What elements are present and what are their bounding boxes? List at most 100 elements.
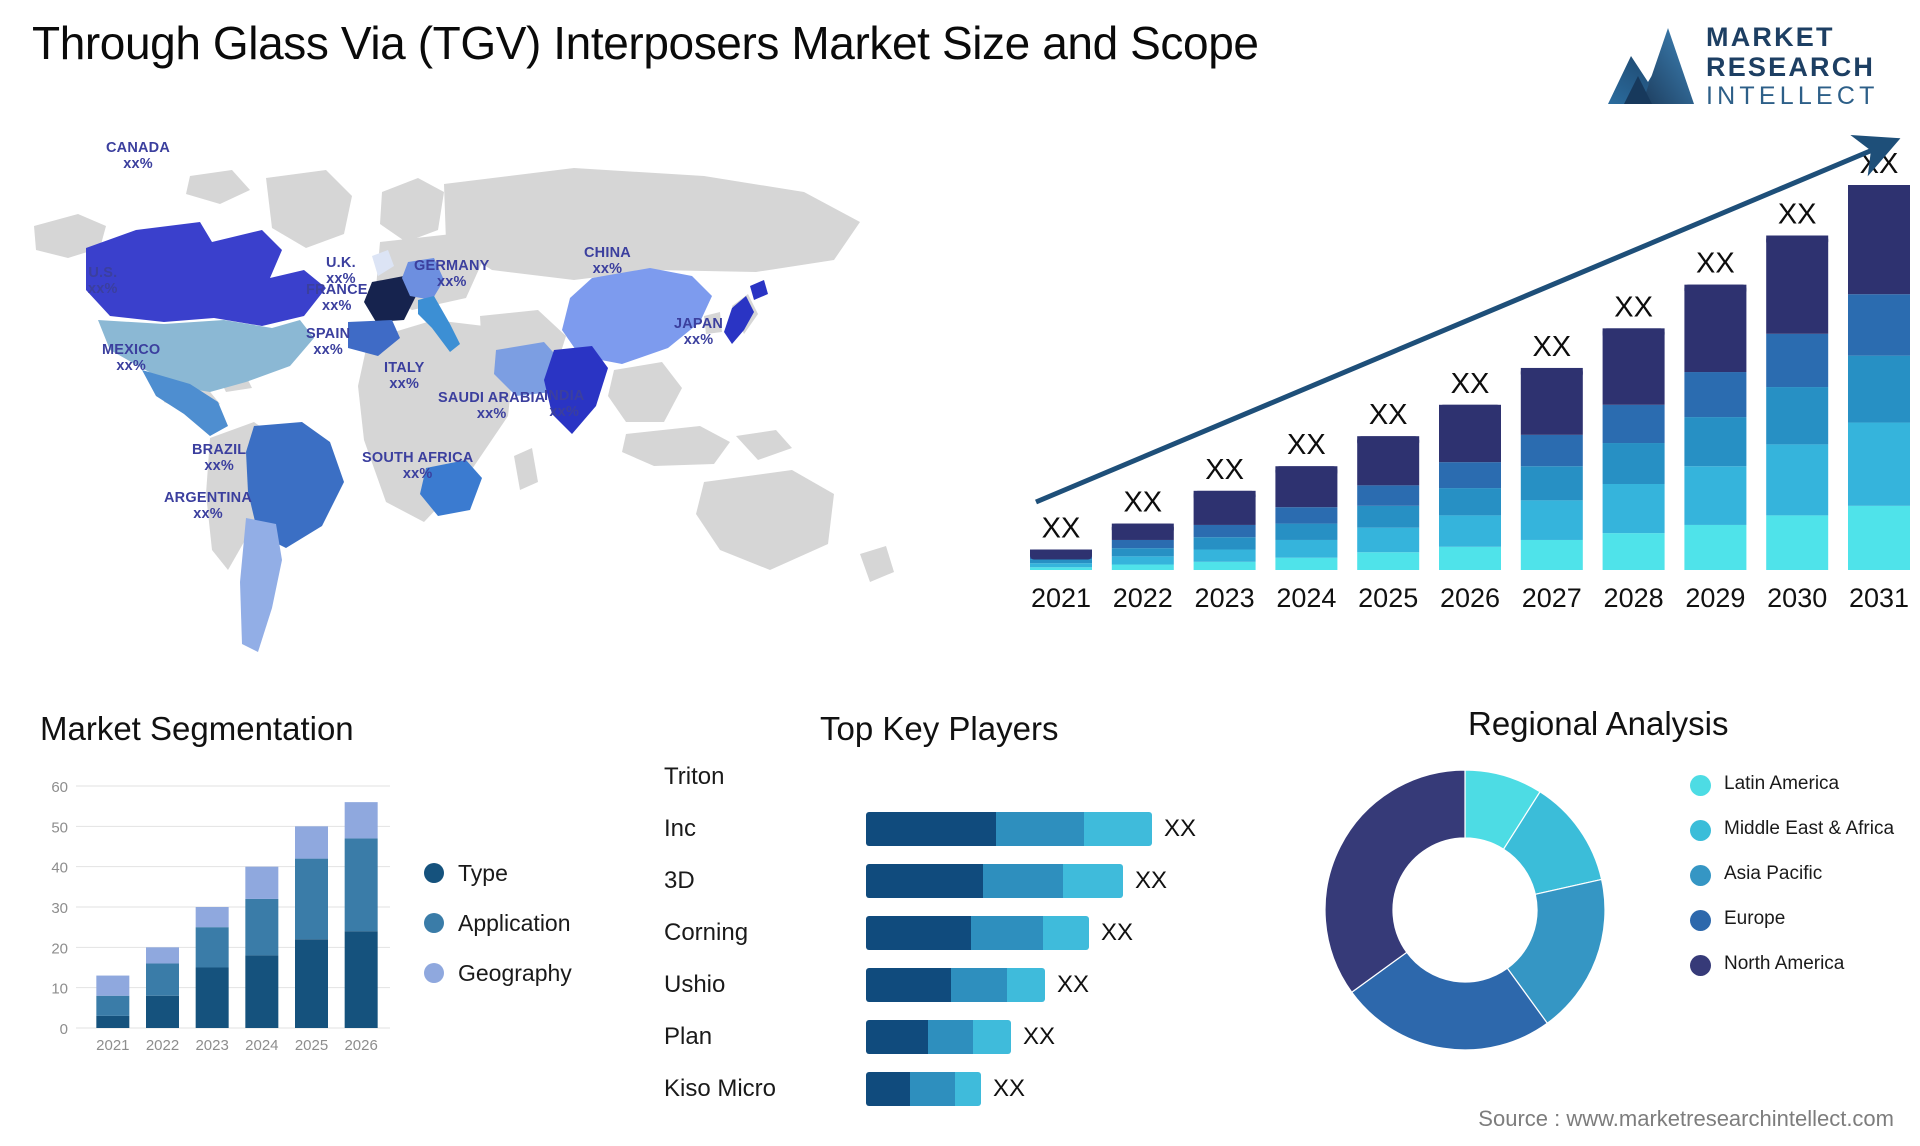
segmentation-bar-segment bbox=[146, 963, 179, 996]
legend-dot-icon bbox=[1690, 865, 1711, 886]
forecast-bar-segment bbox=[1439, 462, 1501, 489]
forecast-bar-top-cap bbox=[1275, 466, 1338, 477]
forecast-bar-segment bbox=[1193, 537, 1256, 550]
market-segmentation-title: Market Segmentation bbox=[40, 710, 354, 747]
regional-analysis-title: Regional Analysis bbox=[1468, 705, 1729, 742]
forecast-bar-segment bbox=[1848, 422, 1910, 506]
regional-legend: Latin America Middle East & Africa Asia Pa… bbox=[1690, 773, 1920, 998]
segmentation-bar-segment bbox=[146, 995, 179, 1028]
forecast-bar-segment bbox=[1357, 527, 1420, 553]
map-label-u-s: U.S. xx% bbox=[88, 265, 118, 297]
key-player-bar bbox=[866, 812, 1152, 846]
key-player-bar-segment bbox=[866, 1020, 928, 1054]
forecast-value-label: XX bbox=[1778, 199, 1817, 231]
map-country-argentina bbox=[240, 518, 282, 652]
key-player-bar-segment bbox=[866, 968, 951, 1002]
key-player-bar-segment bbox=[910, 1072, 955, 1106]
key-player-name: Triton bbox=[664, 763, 725, 790]
segmentation-bar-segment bbox=[96, 995, 130, 1016]
regional-legend-item: Latin America bbox=[1690, 773, 1920, 796]
segmentation-y-tick: 20 bbox=[51, 940, 68, 957]
forecast-bar-segment bbox=[1030, 567, 1092, 570]
forecast-value-label: XX bbox=[1532, 331, 1571, 363]
segmentation-legend-label: Application bbox=[458, 909, 571, 936]
map-label-country: SAUDI ARABIA bbox=[438, 390, 546, 406]
forecast-bar-segment bbox=[1275, 557, 1338, 570]
world-map-panel: CANADA xx% U.S. xx% MEXICO xx% BRAZIL xx% ARGENT… bbox=[14, 130, 1014, 690]
page-title: Through Glass Via (TGV) Interposers Mark… bbox=[32, 17, 1259, 69]
key-player-bar-segment bbox=[1007, 968, 1045, 1002]
forecast-bar-top-cap bbox=[1684, 284, 1747, 295]
forecast-bar-segment bbox=[1848, 505, 1910, 570]
forecast-bar-segment bbox=[1602, 328, 1665, 405]
map-label-country: ARGENTINA bbox=[164, 490, 252, 506]
forecast-bar-segment bbox=[1848, 185, 1910, 295]
key-player-bar-segment bbox=[866, 864, 983, 898]
map-label-value: xx% bbox=[116, 358, 147, 375]
key-player-value-label: XX bbox=[1023, 1023, 1056, 1050]
forecast-bar-segment bbox=[1848, 355, 1910, 423]
segmentation-x-tick: 2021 bbox=[96, 1037, 129, 1054]
key-player-bar-segment bbox=[866, 1072, 910, 1106]
forecast-bar-segment bbox=[1766, 333, 1829, 388]
map-label-canada: CANADA xx% bbox=[106, 140, 170, 172]
map-label-south-africa: SOUTH AFRICA xx% bbox=[362, 450, 473, 482]
market-segmentation-chart: 0 10 20 30 40 50 60 2021 2022 2023 2024 2025 2026 bbox=[51, 779, 390, 1054]
segmentation-y-tick: 30 bbox=[51, 900, 68, 917]
forecast-bar-segment bbox=[1275, 523, 1338, 540]
segmentation-y-tick: 40 bbox=[51, 860, 68, 877]
donut-slices-group bbox=[1324, 769, 1606, 1051]
key-player-bar-wrapper: XX bbox=[866, 1020, 1055, 1054]
legend-dot-icon bbox=[424, 913, 444, 933]
regional-analysis-panel: Latin America Middle East & Africa Asia Pa… bbox=[1300, 755, 1920, 1095]
legend-dot-icon bbox=[1690, 955, 1711, 976]
regional-legend-label: Middle East & Africa bbox=[1724, 818, 1895, 839]
segmentation-bar-segment bbox=[96, 1015, 130, 1028]
key-player-row: Inc XX bbox=[640, 805, 1320, 853]
segmentation-y-tick: 50 bbox=[51, 819, 68, 836]
logo-line-2: RESEARCH bbox=[1706, 52, 1875, 82]
segmentation-x-tick: 2023 bbox=[195, 1037, 228, 1054]
segmentation-legend-label: Geography bbox=[458, 959, 572, 986]
forecast-bar-segment bbox=[1111, 539, 1174, 549]
segmentation-legend-item: Application bbox=[424, 898, 572, 948]
forecast-bar-segment bbox=[1275, 507, 1338, 524]
key-player-bar-segment bbox=[866, 916, 971, 950]
forecast-bar-segment bbox=[1602, 443, 1665, 484]
forecast-bar-segment bbox=[1602, 533, 1665, 570]
map-label-country: GERMANY bbox=[414, 258, 490, 274]
map-label-spain: SPAIN xx% bbox=[306, 326, 350, 358]
forecast-bar-segment bbox=[1602, 404, 1665, 444]
key-player-bar-segment bbox=[1063, 864, 1123, 898]
key-player-bar-segment bbox=[955, 1072, 981, 1106]
legend-dot-icon bbox=[424, 863, 444, 883]
key-player-name: 3D bbox=[664, 867, 695, 894]
forecast-bar-top-cap bbox=[1602, 328, 1665, 339]
segmentation-legend-item: Type bbox=[424, 848, 572, 898]
forecast-bar-segment bbox=[1275, 539, 1338, 558]
map-label-value: xx% bbox=[204, 458, 234, 475]
segmentation-bar-segment bbox=[195, 927, 229, 968]
key-player-row: Kiso Micro XX bbox=[640, 1065, 1320, 1113]
map-label-country: CHINA bbox=[584, 245, 631, 261]
segmentation-y-tick: 10 bbox=[51, 981, 68, 998]
segmentation-bar-segment bbox=[146, 947, 179, 964]
forecast-bar-segment bbox=[1520, 367, 1583, 435]
key-player-name: Corning bbox=[664, 919, 749, 946]
forecast-value-label: XX bbox=[1451, 368, 1490, 400]
key-player-row: Plan XX bbox=[640, 1013, 1320, 1061]
forecast-value-label: XX bbox=[1614, 291, 1653, 323]
map-label-value: xx% bbox=[389, 376, 420, 393]
key-player-value-label: XX bbox=[993, 1075, 1026, 1102]
segmentation-bar-segment bbox=[344, 931, 378, 1028]
key-player-value-label: XX bbox=[1057, 971, 1090, 998]
map-label-value: xx% bbox=[549, 404, 580, 421]
segmentation-bar-segment bbox=[195, 907, 229, 928]
forecast-bar-segment bbox=[1602, 483, 1665, 534]
map-label-value: xx% bbox=[592, 261, 623, 278]
key-player-name: Inc bbox=[664, 815, 697, 842]
segmentation-bar-segment bbox=[245, 955, 279, 1028]
map-label-value: xx% bbox=[402, 466, 433, 483]
key-player-bar-segment bbox=[928, 1020, 973, 1054]
key-player-row: 3D XX bbox=[640, 857, 1320, 905]
